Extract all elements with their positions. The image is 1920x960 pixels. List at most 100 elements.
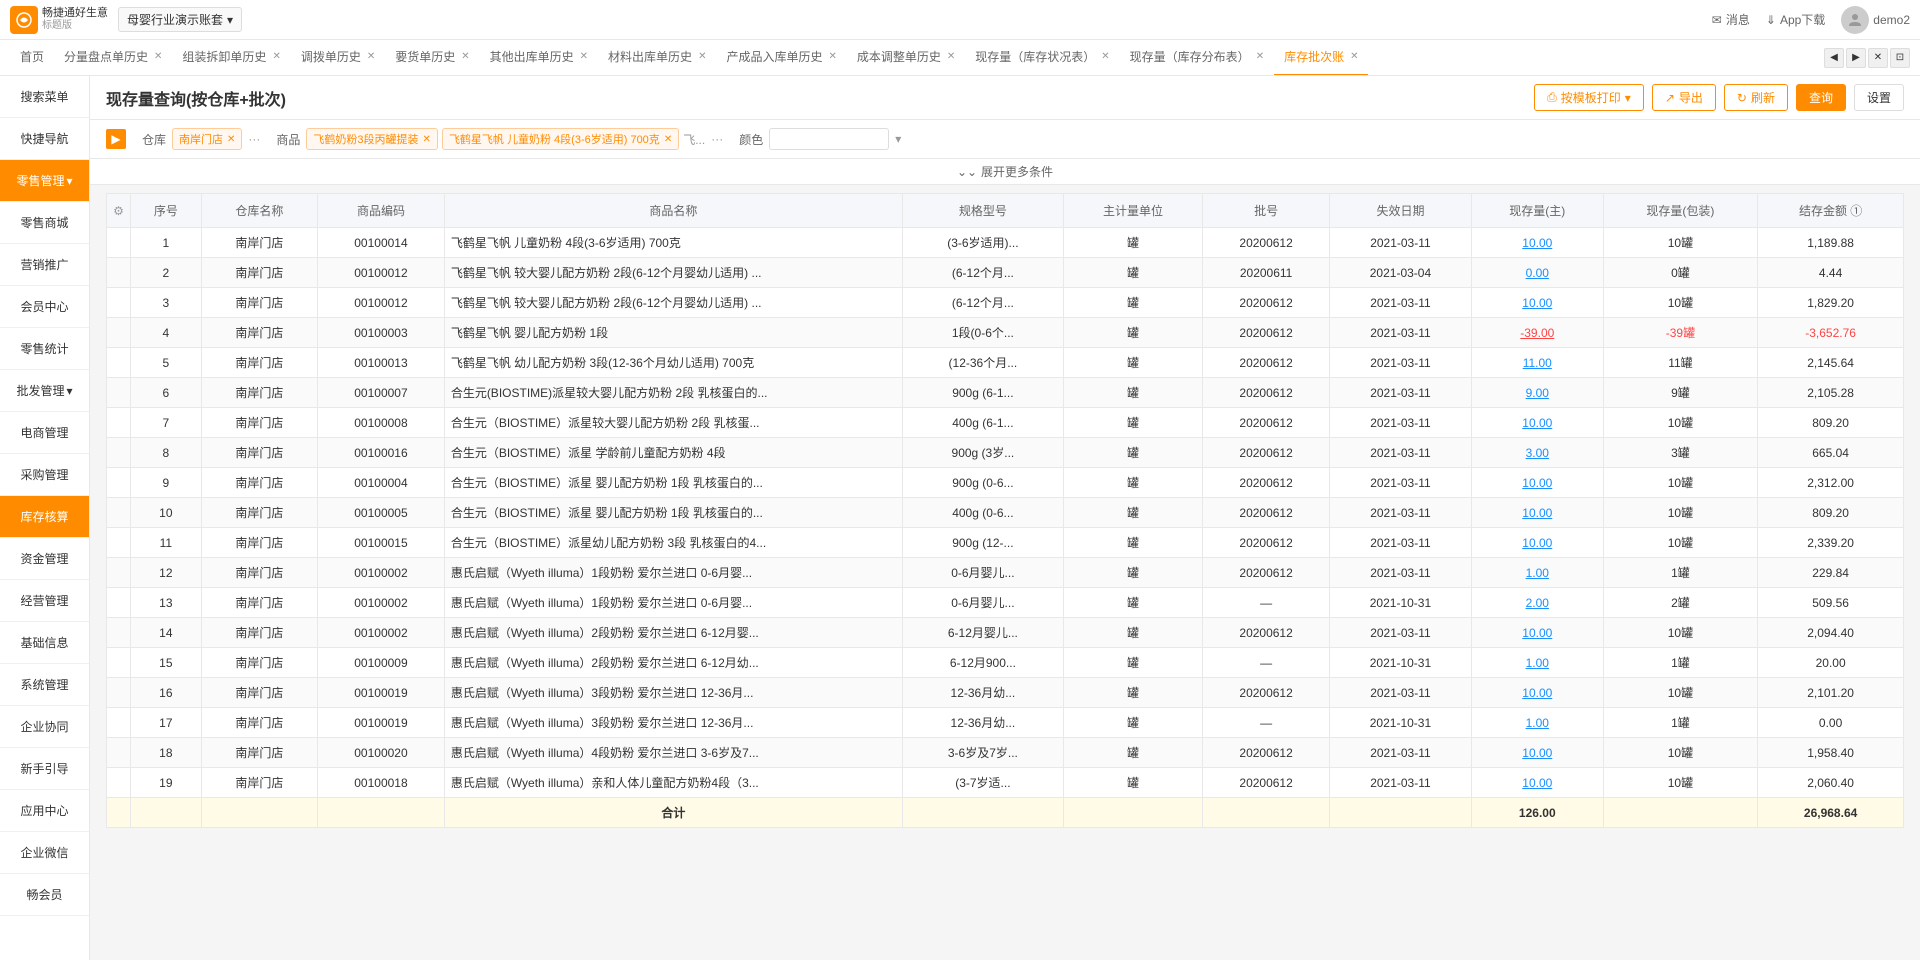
message-button[interactable]: ✉ 消息 xyxy=(1712,11,1750,28)
tab-fen-liang-close-icon[interactable]: ✕ xyxy=(154,51,162,62)
table-settings-icon[interactable]: ⚙ xyxy=(113,204,124,218)
product-tag-2-remove-icon[interactable]: ✕ xyxy=(664,134,672,145)
sidebar-item-basic-info[interactable]: 基础信息 xyxy=(0,622,89,664)
export-button[interactable]: ↗ 导出 xyxy=(1652,84,1716,111)
nav-close-all[interactable]: ✕ xyxy=(1868,48,1888,68)
template-print-button[interactable]: ⎙ 按模板打印 ▾ xyxy=(1534,84,1644,111)
sidebar-item-collab[interactable]: 企业协同 xyxy=(0,706,89,748)
cell-stock-pkg-11: 1罐 xyxy=(1603,558,1758,588)
sidebar-search[interactable]: 搜索菜单 xyxy=(0,76,89,118)
tab-zu-zhuang[interactable]: 组装拆卸单历史 ✕ xyxy=(172,40,290,76)
tab-xian-cun-kuang-close-icon[interactable]: ✕ xyxy=(1101,51,1109,62)
color-filter-input[interactable] xyxy=(769,128,889,150)
sidebar-item-retail-mall[interactable]: 零售商城 xyxy=(0,202,89,244)
tab-chan-cheng-pin-close-icon[interactable]: ✕ xyxy=(828,51,836,62)
tab-yao-huo[interactable]: 要货单历史 ✕ xyxy=(385,40,479,76)
sidebar-item-member2[interactable]: 畅会员 xyxy=(0,874,89,916)
cell-warehouse-12: 南岸门店 xyxy=(201,588,317,618)
tab-diao-bo-close-icon[interactable]: ✕ xyxy=(367,51,375,62)
cell-batch-14: — xyxy=(1203,648,1330,678)
cell-settings-0 xyxy=(107,228,131,258)
sidebar-item-wholesale-mgmt-arrow-icon: ▾ xyxy=(66,384,72,398)
tab-diao-bo[interactable]: 调拨单历史 ✕ xyxy=(291,40,385,76)
sidebar-item-wholesale-mgmt[interactable]: 批发管理 ▾ xyxy=(0,370,89,412)
cell-stock-main-2: 10.00 xyxy=(1471,288,1603,318)
tab-ku-cun-pi-ci[interactable]: 库存批次账 ✕ xyxy=(1274,40,1368,76)
tab-home[interactable]: 首页 xyxy=(10,40,54,76)
cell-balance-4: 2,145.64 xyxy=(1758,348,1904,378)
warehouse-tag-nanang-remove-icon[interactable]: ✕ xyxy=(227,134,235,145)
sidebar-item-member2-label: 畅会员 xyxy=(26,888,62,902)
col-spec-header: 规格型号 xyxy=(902,194,1063,228)
refresh-button[interactable]: ↻ 刷新 xyxy=(1724,84,1788,111)
tab-xian-cun-fen[interactable]: 现存量（库存分布表） ✕ xyxy=(1120,40,1274,76)
cell-stock-pkg-3: -39罐 xyxy=(1603,318,1758,348)
sidebar-item-retail-stats[interactable]: 零售统计 xyxy=(0,328,89,370)
cell-settings-15 xyxy=(107,678,131,708)
tab-chan-cheng-pin[interactable]: 产成品入库单历史 ✕ xyxy=(716,40,846,76)
sidebar-item-purchase[interactable]: 采购管理 xyxy=(0,454,89,496)
tab-cheng-ben[interactable]: 成本调整单历史 ✕ xyxy=(847,40,965,76)
col-balance-header: 结存金额 ① xyxy=(1758,194,1904,228)
tab-cheng-ben-close-icon[interactable]: ✕ xyxy=(947,51,955,62)
tab-xian-cun-fen-close-icon[interactable]: ✕ xyxy=(1256,51,1264,62)
warehouse-tag-nanang[interactable]: 南岸门店 ✕ xyxy=(172,128,242,150)
col-warehouse-header: 仓库名称 xyxy=(201,194,317,228)
filter-expand-button[interactable]: ▶ xyxy=(106,129,126,149)
cell-balance-11: 229.84 xyxy=(1758,558,1904,588)
cell-warehouse-4: 南岸门店 xyxy=(201,348,317,378)
tab-fen-liang[interactable]: 分量盘点单历史 ✕ xyxy=(54,40,172,76)
cell-code-9: 00100005 xyxy=(318,498,445,528)
cell-unit-9: 罐 xyxy=(1063,498,1202,528)
tab-zu-zhuang-close-icon[interactable]: ✕ xyxy=(272,51,280,62)
sidebar-quick-nav[interactable]: 快捷导航 xyxy=(0,118,89,160)
col-settings-header[interactable]: ⚙ xyxy=(107,194,131,228)
cell-name-7: 合生元（BIOSTIME）派星 学龄前儿童配方奶粉 4段 xyxy=(444,438,902,468)
sidebar-item-member[interactable]: 会员中心 xyxy=(0,286,89,328)
sidebar-item-marketing[interactable]: 营销推广 xyxy=(0,244,89,286)
tab-cai-liao[interactable]: 材料出库单历史 ✕ xyxy=(598,40,716,76)
page-title: 现存量查询(按仓库+批次) xyxy=(106,86,286,110)
query-button[interactable]: 查询 xyxy=(1796,84,1846,111)
enterprise-selector[interactable]: 母婴行业演示账套 ▾ xyxy=(118,7,242,32)
product-tag-2[interactable]: 飞鹤星飞帆 儿童奶粉 4段(3-6岁适用) 700克 ✕ xyxy=(442,128,679,150)
expand-more-button[interactable]: ⌄⌄ 展开更多条件 xyxy=(957,163,1053,180)
cell-warehouse-3: 南岸门店 xyxy=(201,318,317,348)
cell-expiry-12: 2021-10-31 xyxy=(1329,588,1471,618)
tab-yao-huo-close-icon[interactable]: ✕ xyxy=(461,51,469,62)
cell-settings-10 xyxy=(107,528,131,558)
nav-maximize[interactable]: ⊡ xyxy=(1890,48,1910,68)
sidebar-item-operations[interactable]: 经营管理 xyxy=(0,580,89,622)
sidebar-item-ecommerce[interactable]: 电商管理 xyxy=(0,412,89,454)
user-profile[interactable]: demo2 xyxy=(1841,6,1910,34)
cell-expiry-16: 2021-10-31 xyxy=(1329,708,1471,738)
nav-next-arrow[interactable]: ▶ xyxy=(1846,48,1866,68)
tab-qi-ta-chu-ku[interactable]: 其他出库单历史 ✕ xyxy=(480,40,598,76)
cell-code-17: 00100020 xyxy=(318,738,445,768)
color-dropdown-icon[interactable]: ▾ xyxy=(895,132,901,146)
product-tag-1[interactable]: 飞鹤奶粉3段丙罐提装 ✕ xyxy=(306,128,438,150)
sidebar-item-weixin[interactable]: 企业微信 xyxy=(0,832,89,874)
cell-seq-14: 15 xyxy=(131,648,202,678)
cell-name-6: 合生元（BIOSTIME）派星较大婴儿配方奶粉 2段 乳核蛋... xyxy=(444,408,902,438)
sidebar-item-finance[interactable]: 资金管理 xyxy=(0,538,89,580)
tab-qi-ta-chu-ku-close-icon[interactable]: ✕ xyxy=(580,51,588,62)
table-row: 6 南岸门店 00100007 合生元(BIOSTIME)派星较大婴儿配方奶粉 … xyxy=(107,378,1904,408)
sidebar-item-retail-mgmt[interactable]: 零售管理 ▾ xyxy=(0,160,89,202)
settings-button[interactable]: 设置 xyxy=(1854,84,1904,111)
sidebar-item-guide[interactable]: 新手引导 xyxy=(0,748,89,790)
app-download-button[interactable]: ⇓ App下载 xyxy=(1766,11,1825,28)
tab-ku-cun-pi-ci-close-icon[interactable]: ✕ xyxy=(1350,51,1358,62)
sidebar-item-app-center[interactable]: 应用中心 xyxy=(0,790,89,832)
tab-cai-liao-close-icon[interactable]: ✕ xyxy=(698,51,706,62)
cell-balance-3: -3,652.76 xyxy=(1758,318,1904,348)
tab-xian-cun-kuang[interactable]: 现存量（库存状况表） ✕ xyxy=(965,40,1119,76)
cell-unit-12: 罐 xyxy=(1063,588,1202,618)
sidebar-item-system[interactable]: 系统管理 xyxy=(0,664,89,706)
cell-name-5: 合生元(BIOSTIME)派星较大婴儿配方奶粉 2段 乳核蛋白的... xyxy=(444,378,902,408)
nav-prev-arrow[interactable]: ◀ xyxy=(1824,48,1844,68)
cell-name-15: 惠氏启赋（Wyeth illuma）3段奶粉 爱尔兰进口 12-36月... xyxy=(444,678,902,708)
sidebar-item-inventory[interactable]: 库存核算 xyxy=(0,496,89,538)
cell-batch-4: 20200612 xyxy=(1203,348,1330,378)
product-tag-1-remove-icon[interactable]: ✕ xyxy=(423,134,431,145)
